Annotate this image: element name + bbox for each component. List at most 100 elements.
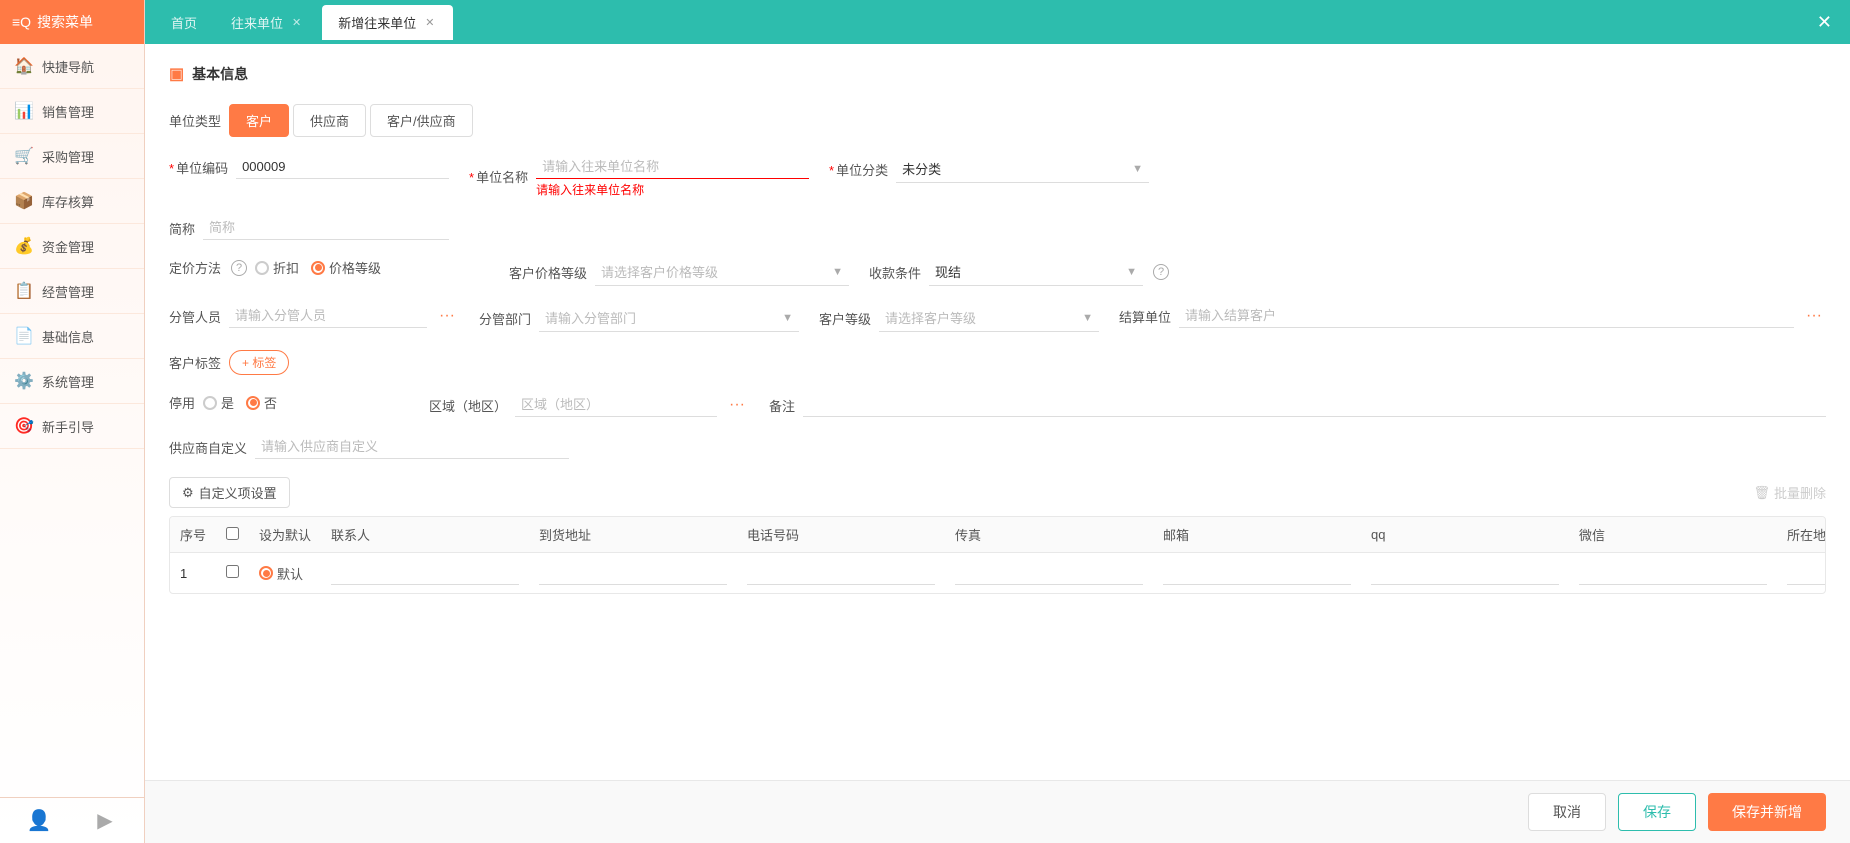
type-btn-supplier[interactable]: 供应商 xyxy=(293,104,366,137)
pricing-discount[interactable]: 折扣 xyxy=(255,258,299,277)
remark-label: 备注 xyxy=(769,396,795,415)
sidebar-label-sales: 销售管理 xyxy=(42,102,94,121)
pricing-discount-radio[interactable] xyxy=(255,261,269,275)
sidebar-item-operations[interactable]: 📋 经营管理 xyxy=(0,269,144,314)
save-and-new-button[interactable]: 保存并新增 xyxy=(1708,793,1826,831)
batch-delete-button[interactable]: 🗑 批量删除 xyxy=(1753,483,1826,502)
pricing-help-icon[interactable]: ? xyxy=(231,260,247,276)
unit-code-label: *单位编码 xyxy=(169,158,228,177)
region-more-icon[interactable]: ··· xyxy=(725,396,749,414)
row-email xyxy=(1153,553,1361,594)
sidebar-label-operations: 经营管理 xyxy=(42,282,94,301)
payment-select[interactable]: 现结 ▼ xyxy=(929,258,1143,286)
field-customer-level: 客户等级 请选择客户等级 ▼ xyxy=(819,304,1099,332)
unit-name-input[interactable] xyxy=(536,155,809,179)
row-default-label: 默认 xyxy=(277,564,303,583)
row-tags: 客户标签 + 标签 xyxy=(169,350,1826,375)
sidebar-item-purchase[interactable]: 🛒 采购管理 xyxy=(0,134,144,179)
sidebar-user-icon[interactable]: 👤 xyxy=(10,808,68,833)
tab-partner-label: 往来单位 xyxy=(231,13,283,32)
sidebar-item-finance[interactable]: 💰 资金管理 xyxy=(0,224,144,269)
supplier-custom-input[interactable] xyxy=(255,435,569,459)
disabled-yes-radio[interactable] xyxy=(203,396,217,410)
row-fax-input[interactable] xyxy=(955,561,1143,585)
row-default-radio[interactable]: 默认 xyxy=(259,564,311,583)
pricing-level-radio[interactable] xyxy=(311,261,325,275)
col-wechat: 微信 xyxy=(1569,517,1777,553)
manager-input[interactable] xyxy=(229,304,427,328)
customer-price-select[interactable]: 请选择客户价格等级 ▼ xyxy=(595,258,849,286)
sidebar-search-label: 搜索菜单 xyxy=(37,12,93,32)
unit-name-error: 请输入往来单位名称 xyxy=(536,181,809,198)
dept-select[interactable]: 请输入分管部门 ▼ xyxy=(539,304,799,332)
row-default-radio-circle[interactable] xyxy=(259,566,273,580)
type-btn-both[interactable]: 客户/供应商 xyxy=(370,104,473,137)
row-email-input[interactable] xyxy=(1163,561,1351,585)
disabled-yes[interactable]: 是 xyxy=(203,393,234,412)
row-qq-input[interactable] xyxy=(1371,561,1559,585)
sidebar-label-quick-nav: 快捷导航 xyxy=(42,57,94,76)
abbr-input[interactable] xyxy=(203,216,449,240)
pricing-radio-group: 折扣 价格等级 xyxy=(255,258,381,277)
customer-level-select[interactable]: 请选择客户等级 ▼ xyxy=(879,304,1099,332)
row-select-checkbox[interactable] xyxy=(226,565,239,578)
row-contact-input[interactable] xyxy=(331,561,519,585)
sidebar-item-basic[interactable]: 📄 基础信息 xyxy=(0,314,144,359)
tab-partner-close[interactable]: ✕ xyxy=(289,15,304,30)
close-all-tabs[interactable]: ✕ xyxy=(1809,8,1840,37)
disabled-no-radio[interactable] xyxy=(246,396,260,410)
select-all-checkbox[interactable] xyxy=(226,527,239,540)
row-pricing: 定价方法 ? 折扣 价格等级 客户价格等级 请选择 xyxy=(169,258,1826,286)
region-input[interactable] xyxy=(515,393,717,417)
cancel-button[interactable]: 取消 xyxy=(1528,793,1606,831)
customer-price-placeholder: 请选择客户价格等级 xyxy=(601,262,718,281)
save-button[interactable]: 保存 xyxy=(1618,793,1696,831)
sidebar-item-quick-nav[interactable]: 🏠 快捷导航 xyxy=(0,44,144,89)
row-unit-type: 单位类型 客户 供应商 客户/供应商 xyxy=(169,104,1826,137)
dept-placeholder: 请输入分管部门 xyxy=(545,308,636,327)
type-btn-customer[interactable]: 客户 xyxy=(229,104,289,137)
row-seq: 1 xyxy=(170,553,216,594)
pricing-level[interactable]: 价格等级 xyxy=(311,258,381,277)
unit-code-input[interactable] xyxy=(236,155,449,179)
sidebar-item-system[interactable]: ⚙️ 系统管理 xyxy=(0,359,144,404)
tab-home[interactable]: 首页 xyxy=(155,5,213,40)
table-row: 1 默认 xyxy=(170,553,1826,594)
sidebar-expand-icon[interactable]: ▶ xyxy=(76,808,134,833)
settlement-input[interactable] xyxy=(1179,304,1794,328)
unit-category-arrow: ▼ xyxy=(1132,163,1143,175)
settings-icon: ⚙ xyxy=(182,485,194,501)
batch-delete-label: 批量删除 xyxy=(1774,483,1826,502)
field-unit-name: *单位名称 请输入往来单位名称 xyxy=(469,155,809,198)
field-unit-category: *单位分类 未分类 ▼ xyxy=(829,155,1149,183)
add-tag-button[interactable]: + 标签 xyxy=(229,350,289,375)
payment-help-icon[interactable]: ? xyxy=(1153,264,1169,280)
row-qq xyxy=(1361,553,1569,594)
customer-price-label: 客户价格等级 xyxy=(509,263,587,282)
customer-price-arrow: ▼ xyxy=(832,266,843,278)
settlement-more-icon[interactable]: ··· xyxy=(1802,307,1826,325)
row-phone-input[interactable] xyxy=(747,561,935,585)
row-address-input[interactable] xyxy=(539,561,727,585)
col-checkbox xyxy=(216,517,249,553)
sidebar-search[interactable]: ≡Q 搜索菜单 xyxy=(0,0,144,44)
tab-new-partner[interactable]: 新增往来单位 ✕ xyxy=(322,5,453,40)
manager-more-icon[interactable]: ··· xyxy=(435,307,459,325)
sidebar-item-inventory[interactable]: 📦 库存核算 xyxy=(0,179,144,224)
row-checkbox xyxy=(216,553,249,594)
tab-new-partner-close[interactable]: ✕ xyxy=(422,15,437,30)
remark-input[interactable] xyxy=(803,393,1826,417)
unit-category-select[interactable]: 未分类 ▼ xyxy=(896,155,1149,183)
row-area-input[interactable] xyxy=(1787,561,1826,585)
finance-icon: 💰 xyxy=(14,236,34,256)
sidebar-label-basic: 基础信息 xyxy=(42,327,94,346)
custom-settings-button[interactable]: ⚙ 自定义项设置 xyxy=(169,477,290,508)
tab-new-partner-label: 新增往来单位 xyxy=(338,13,416,32)
form-footer: 取消 保存 保存并新增 xyxy=(145,780,1850,843)
sidebar-item-guide[interactable]: 🎯 新手引导 xyxy=(0,404,144,449)
row-wechat-input[interactable] xyxy=(1579,561,1767,585)
tab-partner[interactable]: 往来单位 ✕ xyxy=(215,5,320,40)
disabled-no[interactable]: 否 xyxy=(246,393,277,412)
col-address: 到货地址 xyxy=(529,517,737,553)
sidebar-item-sales[interactable]: 📊 销售管理 xyxy=(0,89,144,134)
